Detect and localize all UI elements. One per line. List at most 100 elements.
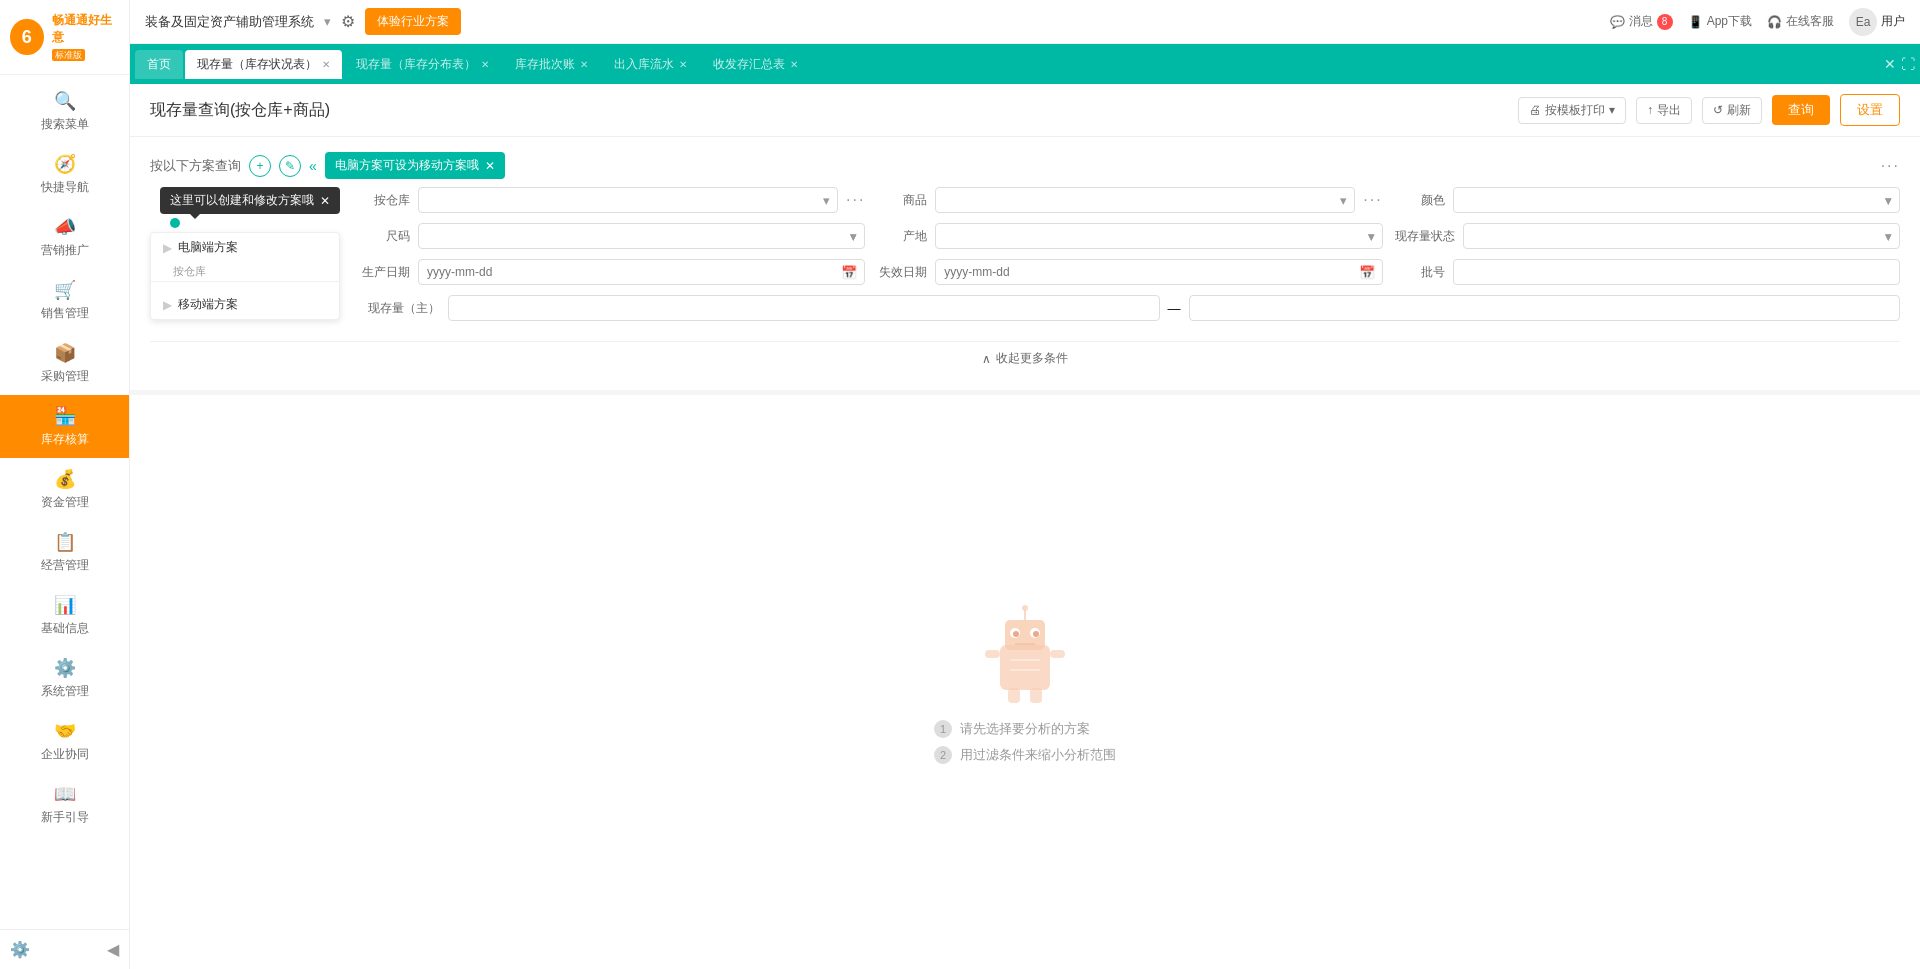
sidebar-item-label: 系统管理	[41, 683, 89, 700]
schema-tooltip-close[interactable]: ✕	[485, 159, 495, 173]
sidebar-item-label: 企业协同	[41, 746, 89, 763]
header-gear-icon[interactable]: ⚙	[341, 12, 355, 31]
sales-icon: 🛒	[54, 279, 76, 301]
tab-maximize-btn[interactable]: ⛶	[1901, 56, 1915, 72]
collapse-sidebar-icon[interactable]: ◀	[107, 940, 119, 959]
svg-point-8	[1022, 605, 1028, 611]
sidebar-item-marketing[interactable]: 📣营销推广	[0, 206, 129, 269]
field-batch: 批号	[1395, 259, 1900, 285]
tab-close-all-btn[interactable]: ✕	[1884, 56, 1896, 72]
stock-status-input[interactable]	[1463, 223, 1900, 249]
sidebar-item-operation[interactable]: 📋经营管理	[0, 521, 129, 584]
sidebar-item-enterprise[interactable]: 🤝 企业协同	[0, 710, 129, 773]
filter-label: 按以下方案查询	[150, 157, 241, 175]
app-download-action[interactable]: 📱 App下载	[1688, 13, 1752, 30]
query-button[interactable]: 查询	[1772, 95, 1830, 125]
export-btn[interactable]: ↑ 导出	[1636, 97, 1692, 124]
reset-button[interactable]: 设置	[1840, 94, 1900, 126]
stock-range-dash: —	[1168, 301, 1181, 316]
tab-inventory-dist[interactable]: 现存量（库存分布表） ✕	[344, 50, 501, 79]
base-icon: 📊	[54, 594, 76, 616]
settings-icon[interactable]: ⚙️	[10, 940, 30, 959]
field-produce-date: 生产日期 📅	[360, 259, 865, 285]
tab-receive-summary[interactable]: 收发存汇总表 ✕	[701, 50, 810, 79]
tab-inventory-status-close[interactable]: ✕	[322, 59, 330, 70]
warehouse-options[interactable]: ···	[846, 191, 865, 209]
sidebar-item-base[interactable]: 📊基础信息	[0, 584, 129, 647]
filter-area: 按以下方案查询 + ✎ « 电脑方案可设为移动方案哦 ✕ ···	[130, 137, 1920, 390]
tab-batch-account-close[interactable]: ✕	[580, 59, 588, 70]
notifications-action[interactable]: 💬 消息 8	[1610, 13, 1673, 30]
schema-mobile-item[interactable]: ▶ 移动端方案	[151, 290, 339, 319]
goods-input[interactable]	[935, 187, 1355, 213]
expire-date-icon[interactable]: 📅	[1359, 265, 1375, 280]
svg-rect-0	[1000, 645, 1050, 690]
sidebar-item-label: 采购管理	[41, 368, 89, 385]
stock-min-input[interactable]	[448, 295, 1160, 321]
field-goods: 商品 ···	[877, 187, 1382, 213]
sidebar-item-search[interactable]: 🔍搜索菜单	[0, 80, 129, 143]
sidebar-item-quick[interactable]: 🧭快捷导航	[0, 143, 129, 206]
empty-step-1-text: 请先选择要分析的方案	[960, 720, 1090, 738]
tab-bar: 首页 现存量（库存状况表） ✕ 现存量（库存分布表） ✕ 库存批次账 ✕ 出入库…	[130, 44, 1920, 84]
collapse-label: 收起更多条件	[996, 350, 1068, 367]
add-schema-btn[interactable]: +	[249, 155, 271, 177]
size-input[interactable]	[418, 223, 865, 249]
tab-in-out-flow-close[interactable]: ✕	[679, 59, 687, 70]
tab-in-out-flow[interactable]: 出入库流水 ✕	[602, 50, 699, 79]
sidebar-item-label: 新手引导	[41, 809, 89, 826]
produce-date-input[interactable]	[418, 259, 865, 285]
sidebar-item-purchase[interactable]: 📦采购管理	[0, 332, 129, 395]
notification-label: 消息	[1629, 13, 1653, 30]
tab-batch-account[interactable]: 库存批次账 ✕	[503, 50, 600, 79]
tab-receive-summary-close[interactable]: ✕	[790, 59, 798, 70]
print-template-btn[interactable]: 🖨 按模板打印 ▾	[1518, 97, 1626, 124]
empty-step-2-text: 用过滤条件来缩小分析范围	[960, 746, 1116, 764]
arrow-left-btn[interactable]: «	[309, 158, 317, 174]
sidebar-item-inventory[interactable]: 🏪库存核算	[0, 395, 129, 458]
inventory-icon: 🏪	[54, 405, 76, 427]
tab-in-out-flow-label: 出入库流水	[614, 56, 674, 73]
tab-inventory-dist-close[interactable]: ✕	[481, 59, 489, 70]
user-avatar: Ea	[1849, 8, 1877, 36]
enterprise-icon: 🤝	[54, 720, 76, 742]
industry-btn[interactable]: 体验行业方案	[365, 8, 461, 35]
print-dropdown-icon[interactable]: ▾	[1609, 103, 1615, 117]
origin-input[interactable]	[935, 223, 1382, 249]
expire-date-input[interactable]	[935, 259, 1382, 285]
batch-input[interactable]	[1453, 259, 1900, 285]
collapse-filter-btn[interactable]: ∧ 收起更多条件	[150, 341, 1900, 375]
empty-state: 1 请先选择要分析的方案 2 用过滤条件来缩小分析范围	[130, 395, 1920, 969]
schema-pc-sub: 按仓库	[173, 265, 206, 277]
sidebar-item-guide[interactable]: 📖新手引导	[0, 773, 129, 836]
sidebar-item-finance[interactable]: 💰资金管理	[0, 458, 129, 521]
edit-tooltip: 这里可以创建和修改方案哦 ✕	[160, 187, 340, 214]
tab-inventory-dist-label: 现存量（库存分布表）	[356, 56, 476, 73]
sidebar-item-label: 营销推广	[41, 242, 89, 259]
sidebar-logo: 6 畅通通好生意 标准版	[0, 0, 129, 75]
sidebar-item-system[interactable]: ⚙️系统管理	[0, 647, 129, 710]
warehouse-input[interactable]	[418, 187, 838, 213]
stock-max-input[interactable]	[1189, 295, 1901, 321]
tab-inventory-status[interactable]: 现存量（库存状况表） ✕	[185, 50, 342, 79]
header-left: 装备及固定资产辅助管理系统 ▾ ⚙ 体验行业方案	[145, 8, 461, 35]
schema-pc-item[interactable]: ▶ 电脑端方案	[151, 233, 339, 262]
goods-options[interactable]: ···	[1363, 191, 1382, 209]
tab-inventory-status-label: 现存量（库存状况表）	[197, 56, 317, 73]
tab-home[interactable]: 首页	[135, 50, 183, 79]
field-options-1[interactable]: ···	[1881, 157, 1900, 175]
edit-tooltip-close[interactable]: ✕	[320, 194, 330, 208]
online-support-action[interactable]: 🎧 在线客服	[1767, 13, 1834, 30]
produce-date-icon[interactable]: 📅	[841, 265, 857, 280]
print-icon: 🖨	[1529, 103, 1541, 117]
tab-batch-account-label: 库存批次账	[515, 56, 575, 73]
phone-icon: 📱	[1688, 15, 1703, 29]
color-input[interactable]	[1453, 187, 1900, 213]
edit-schema-btn[interactable]: ✎	[279, 155, 301, 177]
edit-tooltip-text: 这里可以创建和修改方案哦	[170, 192, 314, 209]
refresh-btn[interactable]: ↺ 刷新	[1702, 97, 1762, 124]
sidebar-item-sales[interactable]: 🛒 销售管理	[0, 269, 129, 332]
sidebar-item-label: 销售管理	[41, 305, 89, 322]
user-section[interactable]: Ea 用户	[1849, 8, 1905, 36]
system-dropdown-icon[interactable]: ▾	[324, 14, 331, 29]
